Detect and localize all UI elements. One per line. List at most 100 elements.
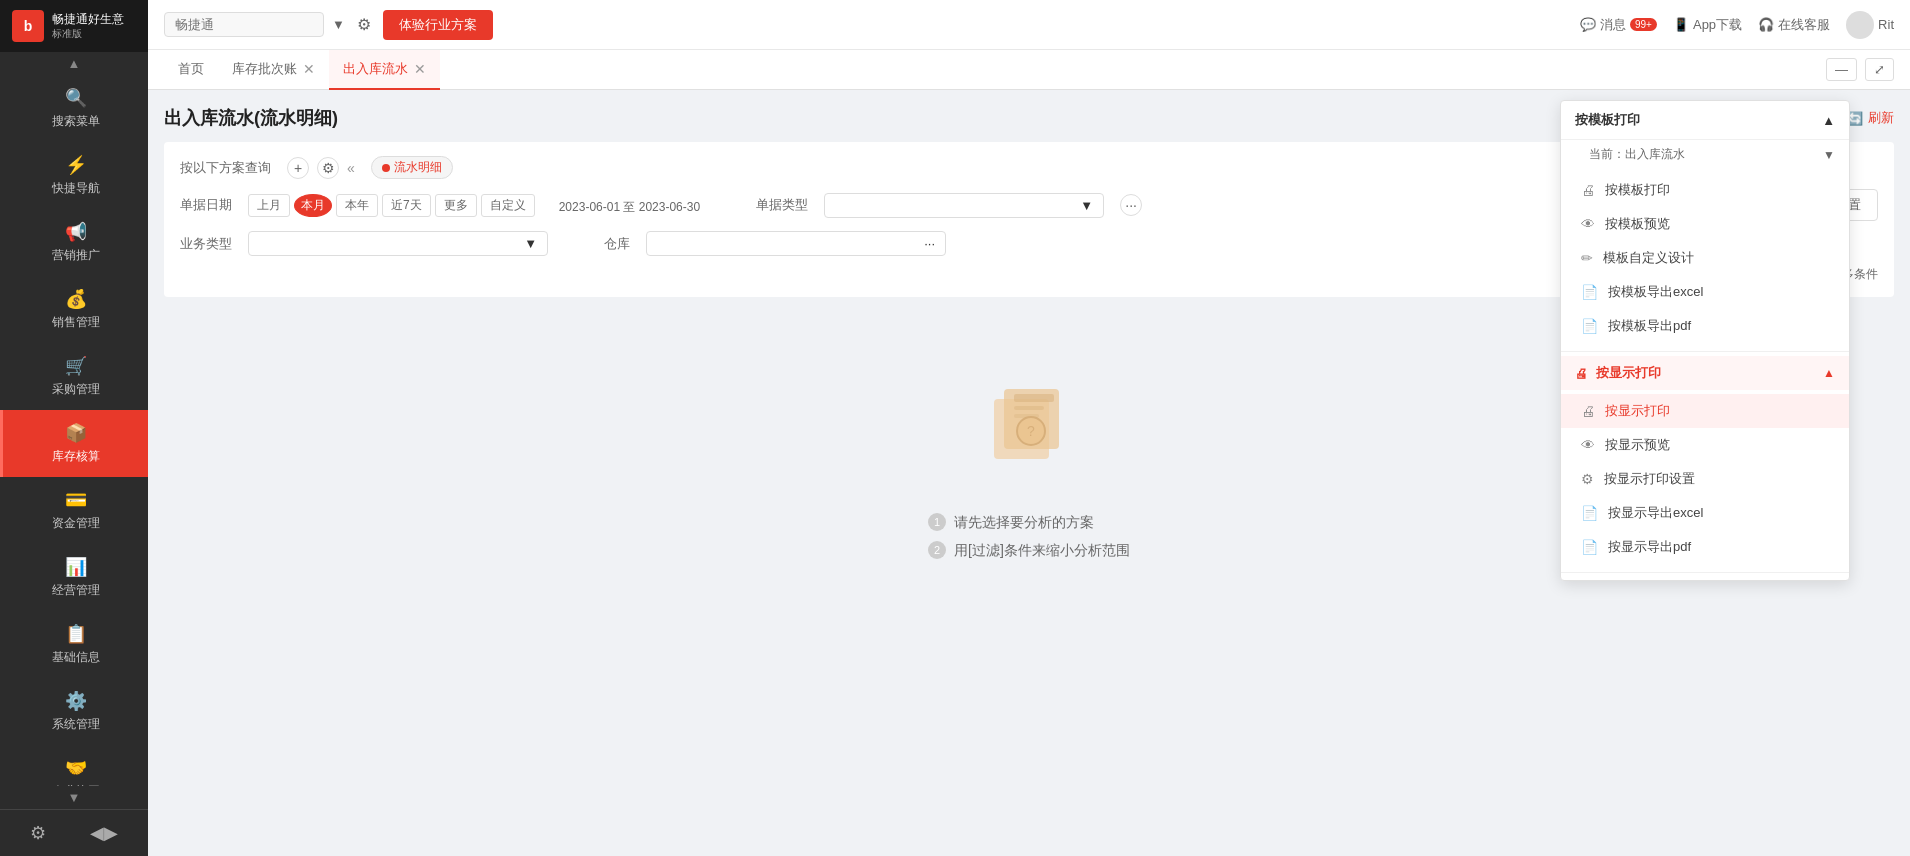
- topbar-dropdown-toggle[interactable]: ▼: [332, 17, 345, 32]
- display-section-icon: 🖨: [1575, 366, 1588, 381]
- sidebar-item-marketing[interactable]: 📢 营销推广: [0, 209, 148, 276]
- dropdown-item-label: 按显示预览: [1605, 436, 1670, 454]
- date-range: 2023-06-01 至 2023-06-30: [559, 199, 700, 216]
- messages-badge: 99+: [1630, 18, 1657, 31]
- display-section-chevron: ▲: [1823, 366, 1835, 380]
- dropdown-item-template-export-excel[interactable]: 📄 按模板导出excel: [1561, 275, 1849, 309]
- dropdown-divider: [1561, 351, 1849, 352]
- tab-flow[interactable]: 出入库流水 ✕: [329, 50, 440, 90]
- sidebar-item-basic[interactable]: 📋 基础信息: [0, 611, 148, 678]
- date-btn-more[interactable]: 更多: [435, 194, 477, 217]
- dropdown-item-template-export-pdf[interactable]: 📄 按模板导出pdf: [1561, 309, 1849, 343]
- filter-tag[interactable]: 流水明细: [371, 156, 453, 179]
- empty-hints: 1 请先选择要分析的方案 2 用[过滤]条件来缩小分析范围: [928, 508, 1130, 564]
- sidebar-scroll-down[interactable]: ▼: [0, 786, 148, 809]
- dropdown-header-chevron-up: ▲: [1822, 113, 1835, 128]
- dropdown-item-template-custom[interactable]: ✏ 模板自定义设计: [1561, 241, 1849, 275]
- tab-flow-close[interactable]: ✕: [414, 61, 426, 77]
- page-title: 出入库流水(流水明细): [164, 106, 338, 130]
- date-btn-custom[interactable]: 自定义: [481, 194, 535, 217]
- tab-minimize-btn[interactable]: —: [1826, 58, 1857, 81]
- add-filter-btn[interactable]: +: [287, 157, 309, 179]
- display-settings-icon: ⚙: [1581, 471, 1594, 487]
- sidebar-item-search[interactable]: 🔍 搜索菜单: [0, 75, 148, 142]
- dropdown-item-display-export-excel[interactable]: 📄 按显示导出excel: [1561, 496, 1849, 530]
- warehouse-dropdown[interactable]: ···: [646, 231, 946, 256]
- hint-num-2: 2: [928, 541, 946, 559]
- tabs-bar: 首页 库存批次账 ✕ 出入库流水 ✕ — ⤢: [148, 50, 1910, 90]
- industry-btn[interactable]: 体验行业方案: [383, 10, 493, 40]
- business-type-dropdown[interactable]: ▼: [248, 231, 548, 256]
- sidebar-item-operation[interactable]: 📊 经营管理: [0, 544, 148, 611]
- tab-flow-label: 出入库流水: [343, 60, 408, 78]
- tab-batch-label: 库存批次账: [232, 60, 297, 78]
- sidebar-item-label: 销售管理: [52, 314, 100, 331]
- tab-batch[interactable]: 库存批次账 ✕: [218, 50, 329, 90]
- preview-icon: 👁: [1581, 216, 1595, 232]
- messages-label: 消息: [1600, 16, 1626, 34]
- dropdown-item-display-print[interactable]: 🖨 按显示打印: [1561, 394, 1849, 428]
- tab-home[interactable]: 首页: [164, 50, 218, 90]
- tab-batch-close[interactable]: ✕: [303, 61, 315, 77]
- topbar-search-input[interactable]: [164, 12, 324, 37]
- system-icon: ⚙️: [65, 690, 87, 712]
- operation-icon: 📊: [65, 556, 87, 578]
- sidebar-item-system[interactable]: ⚙️ 系统管理: [0, 678, 148, 745]
- warehouse-more-icon: ···: [924, 236, 935, 251]
- basic-icon: 📋: [65, 623, 87, 645]
- date-btn-7days[interactable]: 近7天: [382, 194, 431, 217]
- dropdown-item-label: 按模板导出excel: [1608, 283, 1703, 301]
- avatar: [1846, 11, 1874, 39]
- app-download-item[interactable]: 📱 App下载: [1673, 16, 1742, 34]
- date-btn-this-month[interactable]: 本月: [294, 194, 332, 217]
- display-section: 🖨 按显示打印 👁 按显示预览 ⚙ 按显示打印设置 📄 按显示导出excel 📄…: [1561, 390, 1849, 568]
- collapse-filter-btn[interactable]: «: [347, 160, 355, 176]
- dropdown-header: 按模板打印 ▲: [1561, 101, 1849, 140]
- sidebar-item-purchase[interactable]: 🛒 采购管理: [0, 343, 148, 410]
- purchase-icon: 🛒: [65, 355, 87, 377]
- sidebar-item-inventory[interactable]: 📦 库存核算: [0, 410, 148, 477]
- online-service-item[interactable]: 🎧 在线客服: [1758, 16, 1830, 34]
- voucher-type-dropdown[interactable]: ▼: [824, 193, 1104, 218]
- dropdown-current: 当前：出入库流水 ▼: [1561, 140, 1849, 169]
- user-item[interactable]: Rit: [1846, 11, 1894, 39]
- date-btn-this-year[interactable]: 本年: [336, 194, 378, 217]
- sidebar-item-label: 系统管理: [52, 716, 100, 733]
- dropdown-item-display-preview[interactable]: 👁 按显示预览: [1561, 428, 1849, 462]
- collapse-sidebar-icon[interactable]: ◀▶: [90, 822, 118, 844]
- dropdown-item-label: 按模板导出pdf: [1608, 317, 1691, 335]
- refresh-btn[interactable]: 🔄 刷新: [1847, 109, 1894, 127]
- voucher-type-chevron-down: ▼: [1080, 198, 1093, 213]
- tab-home-label: 首页: [178, 60, 204, 78]
- hint-item-1: 1 请先选择要分析的方案: [928, 508, 1130, 536]
- export-pdf-icon: 📄: [1581, 318, 1598, 334]
- dropdown-item-label: 模板自定义设计: [1603, 249, 1694, 267]
- sidebar-item-finance[interactable]: 💳 资金管理: [0, 477, 148, 544]
- dropdown-footer[interactable]: ⚙ 设置默认功能 ▼: [1561, 577, 1849, 580]
- dropdown-scroll: 当前：出入库流水 ▼ 🖨 按模板打印 👁 按模板预览 ✏ 模板自定义设计 📄 按…: [1561, 140, 1849, 580]
- dropdown-item-display-export-pdf[interactable]: 📄 按显示导出pdf: [1561, 530, 1849, 564]
- dropdown-item-template-print[interactable]: 🖨 按模板打印: [1561, 173, 1849, 207]
- svg-rect-2: [1014, 394, 1054, 402]
- headset-icon: 🎧: [1758, 17, 1774, 32]
- sidebar-item-sales[interactable]: 💰 销售管理: [0, 276, 148, 343]
- settings-icon[interactable]: ⚙: [30, 822, 46, 844]
- tab-maximize-btn[interactable]: ⤢: [1865, 58, 1894, 81]
- topbar-gear-icon[interactable]: ⚙: [357, 15, 371, 34]
- voucher-type-more[interactable]: ···: [1120, 194, 1142, 216]
- business-type-label: 业务类型: [180, 235, 232, 253]
- dropdown-item-display-settings[interactable]: ⚙ 按显示打印设置: [1561, 462, 1849, 496]
- display-section-header[interactable]: 🖨 按显示打印 ▲: [1561, 356, 1849, 390]
- print-dropdown-panel: 按模板打印 ▲ 当前：出入库流水 ▼ 🖨 按模板打印 👁 按模板预览 ✏ 模板自…: [1560, 100, 1850, 581]
- dropdown-item-template-preview[interactable]: 👁 按模板预览: [1561, 207, 1849, 241]
- display-export-pdf-icon: 📄: [1581, 539, 1598, 555]
- date-btn-last-month[interactable]: 上月: [248, 194, 290, 217]
- export-excel-icon: 📄: [1581, 284, 1598, 300]
- settings-filter-btn[interactable]: ⚙: [317, 157, 339, 179]
- sidebar-scroll-up[interactable]: ▲: [0, 52, 148, 75]
- hint-num-1: 1: [928, 513, 946, 531]
- display-preview-icon: 👁: [1581, 437, 1595, 453]
- sidebar-item-quicknav[interactable]: ⚡ 快捷导航: [0, 142, 148, 209]
- sidebar-item-collab[interactable]: 🤝 企业协同: [0, 745, 148, 786]
- messages-item[interactable]: 💬 消息 99+: [1580, 16, 1657, 34]
